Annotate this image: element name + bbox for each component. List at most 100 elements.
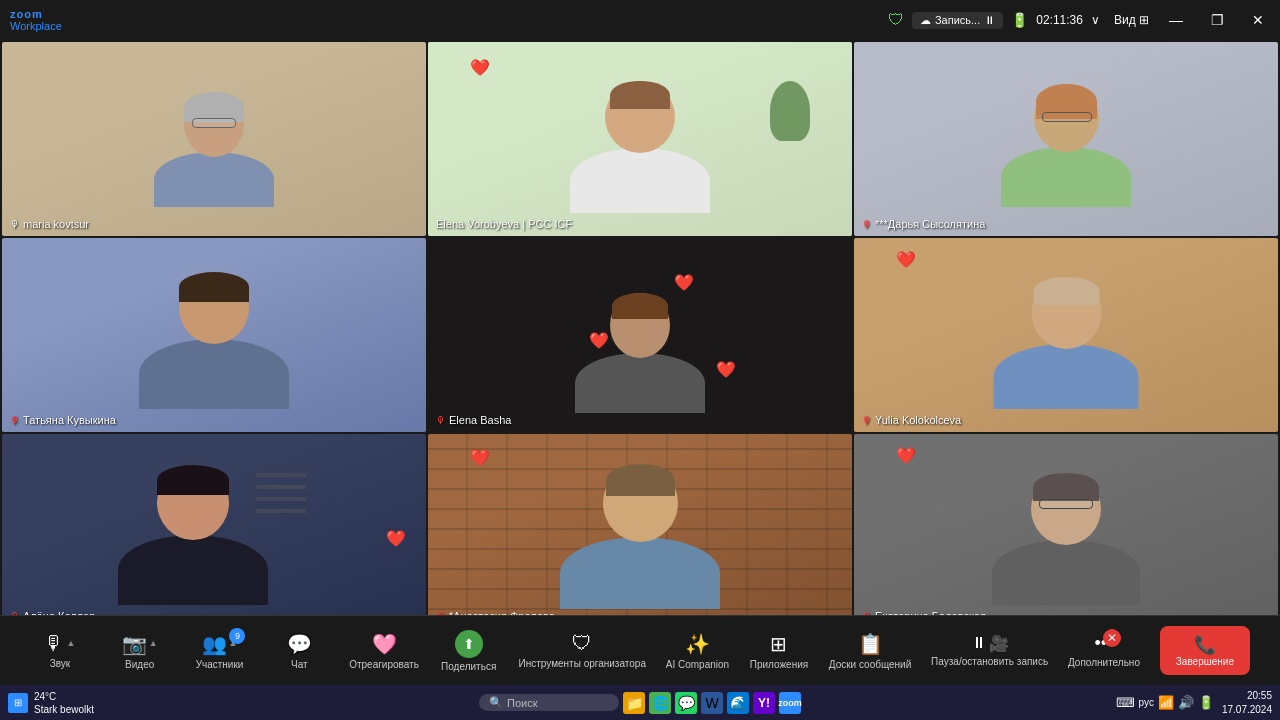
share-icon-wrap: ⬆: [455, 630, 483, 658]
sys-icons: ⌨ рус 📶 🔊 🔋: [1116, 695, 1214, 710]
taskbar-icon-file[interactable]: 📁: [623, 692, 645, 714]
battery-icon: 🔋: [1011, 12, 1028, 28]
video-cell-5: ❤️ ❤️ ❤️ 🎙 Elena Basha: [428, 238, 852, 432]
video-cell-6: ❤️ 🎙 Yulia Kolokolceva: [854, 238, 1278, 432]
name-tag-2: Elena Vorobyeva | PCC ICF: [436, 218, 572, 230]
mic-icon-5: 🎙: [436, 415, 446, 426]
taskbar-right: ⌨ рус 📶 🔊 🔋 20:55 17.07.2024: [1116, 689, 1272, 717]
video-cell-1: 🎙 maria kovtsur: [2, 42, 426, 236]
more-badge: ✕: [1103, 629, 1121, 647]
mic-icon-6: 🎙: [862, 415, 872, 426]
more-tool[interactable]: ••• ✕ Дополнительно: [1068, 633, 1140, 668]
search-placeholder: Поиск: [507, 697, 537, 709]
taskbar-icon-whatsapp[interactable]: 💬: [675, 692, 697, 714]
name-tag-4: 🎙 Татьяна Кувыкина: [10, 414, 116, 426]
zoom-taskbar-label: zoom: [778, 698, 802, 708]
participants-label: Участники: [196, 659, 244, 670]
weather-widget: 24°C Stark bewolkt: [34, 690, 94, 716]
camera-icon: 🎥: [989, 634, 1009, 653]
battery-taskbar-icon: 🔋: [1198, 695, 1214, 710]
react-tool[interactable]: 🩷 Отреагировать: [349, 632, 419, 670]
temperature: 24°C: [34, 690, 94, 703]
whiteboard-label: Доски сообщений: [829, 659, 912, 670]
taskbar-icon-yahoo[interactable]: Y!: [753, 692, 775, 714]
app-sub: Workplace: [10, 20, 62, 32]
end-label: Завершение: [1176, 656, 1234, 667]
shield-icon: 🛡: [888, 11, 904, 29]
chat-tool[interactable]: 💬 Чат: [269, 632, 329, 670]
time-display: 20:55: [1222, 689, 1272, 703]
heart-5-1: ❤️: [674, 273, 694, 292]
audio-arrow: ▲: [66, 638, 75, 648]
video-cell-4: 🎙 Татьяна Кувыкина: [2, 238, 426, 432]
whiteboard-tool[interactable]: 📋 Доски сообщений: [829, 632, 912, 670]
audio-icon: 🎙: [44, 632, 64, 655]
taskbar-icon-edge[interactable]: 🌊: [727, 692, 749, 714]
whiteboard-icon: 📋: [858, 632, 883, 656]
title-bar: zoom Workplace 🛡 ☁ Запись... ⏸ 🔋 02:11:3…: [0, 0, 1280, 40]
apps-tool[interactable]: ⊞ Приложения: [749, 632, 809, 670]
timer: 02:11:36: [1036, 13, 1083, 27]
taskbar-left: ⊞ 24°C Stark bewolkt: [8, 690, 94, 716]
pause-icon: ⏸: [971, 634, 987, 653]
audio-tool[interactable]: 🎙 ▲ Звук: [30, 632, 90, 669]
video-cell-2: ❤️ Elena Vorobyeva | PCC ICF: [428, 42, 852, 236]
edge-icon: 🌊: [730, 695, 747, 711]
mic-icon-1: 🎙: [10, 219, 20, 230]
ai-tool[interactable]: ✨ AI Companion: [666, 632, 729, 670]
view-label[interactable]: Вид ⊞: [1114, 13, 1149, 27]
date-display: 17.07.2024: [1222, 703, 1272, 717]
video-grid: 🎙 maria kovtsur ❤️ Elena Vorobyeva | PCC…: [0, 40, 1280, 630]
restore-button[interactable]: ❐: [1205, 10, 1230, 30]
weather-desc: Stark bewolkt: [34, 703, 94, 716]
react-icon: 🩷: [372, 632, 397, 656]
taskbar-icon-word[interactable]: W: [701, 692, 723, 714]
mic-icon-3: 🎙: [862, 219, 872, 230]
taskbar-icon-zoom[interactable]: zoom: [779, 692, 801, 714]
clock: 20:55 17.07.2024: [1222, 689, 1272, 717]
end-button[interactable]: 📞 Завершение: [1160, 626, 1250, 675]
video-arrow: ▲: [149, 638, 158, 648]
record-icon-wrap: ⏸ 🎥: [971, 634, 1009, 653]
speaker-icon: 🔊: [1178, 695, 1194, 710]
video-cell-3: 🎙 ***Дарья Сысолятина: [854, 42, 1278, 236]
share-label: Поделиться: [441, 661, 496, 672]
toolbar: 🎙 ▲ Звук 📷 ▲ Видео 👥 9 ▲ Участники 💬 Чат…: [0, 615, 1280, 685]
record-status[interactable]: ☁ Запись... ⏸: [912, 12, 1003, 29]
audio-label: Звук: [50, 658, 71, 669]
name-tag-6: 🎙 Yulia Kolokolceva: [862, 414, 961, 426]
video-tool[interactable]: 📷 ▲ Видео: [110, 632, 170, 670]
lang-label: рус: [1139, 697, 1154, 708]
whatsapp-icon: 💬: [678, 695, 695, 711]
heart-8-1: ❤️: [470, 448, 490, 467]
record-tool[interactable]: ⏸ 🎥 Пауза/остановить запись: [931, 634, 1048, 667]
title-bar-right: 🛡 ☁ Запись... ⏸ 🔋 02:11:36 ∨ Вид ⊞ — ❐ ✕: [888, 10, 1270, 30]
heart-2-1: ❤️: [470, 58, 490, 77]
apps-label: Приложения: [750, 659, 809, 670]
close-button[interactable]: ✕: [1246, 10, 1270, 30]
minimize-button[interactable]: —: [1163, 10, 1189, 30]
app-name: zoom: [10, 8, 62, 20]
more-badge-icon: ✕: [1107, 631, 1117, 645]
share-icon: ⬆: [463, 636, 475, 652]
participants-icon: 👥: [202, 632, 227, 656]
search-bar[interactable]: 🔍 Поиск: [479, 694, 619, 711]
security-tool[interactable]: 🛡 Инструменты организатора: [519, 632, 646, 669]
more-label: Дополнительно: [1068, 657, 1140, 668]
yahoo-label: Y!: [758, 696, 770, 710]
record-icons: ⏸ 🎥: [971, 634, 1009, 653]
chat-label: Чат: [291, 659, 308, 670]
participants-tool[interactable]: 👥 9 ▲ Участники: [190, 632, 250, 670]
word-icon: W: [705, 695, 718, 711]
ai-icon: ✨: [685, 632, 710, 656]
start-button[interactable]: ⊞: [8, 693, 28, 713]
taskbar-center: 🔍 Поиск 📁 🌐 💬 W 🌊 Y! zoom: [479, 692, 801, 714]
taskbar-icon-chrome[interactable]: 🌐: [649, 692, 671, 714]
security-label: Инструменты организатора: [519, 658, 646, 669]
ai-label: AI Companion: [666, 659, 729, 670]
share-tool[interactable]: ⬆ Поделиться: [439, 630, 499, 672]
chat-icon: 💬: [287, 632, 312, 656]
record-label: Пауза/остановить запись: [931, 656, 1048, 667]
react-label: Отреагировать: [349, 659, 419, 670]
window-controls: — ❐ ✕: [1163, 10, 1270, 30]
